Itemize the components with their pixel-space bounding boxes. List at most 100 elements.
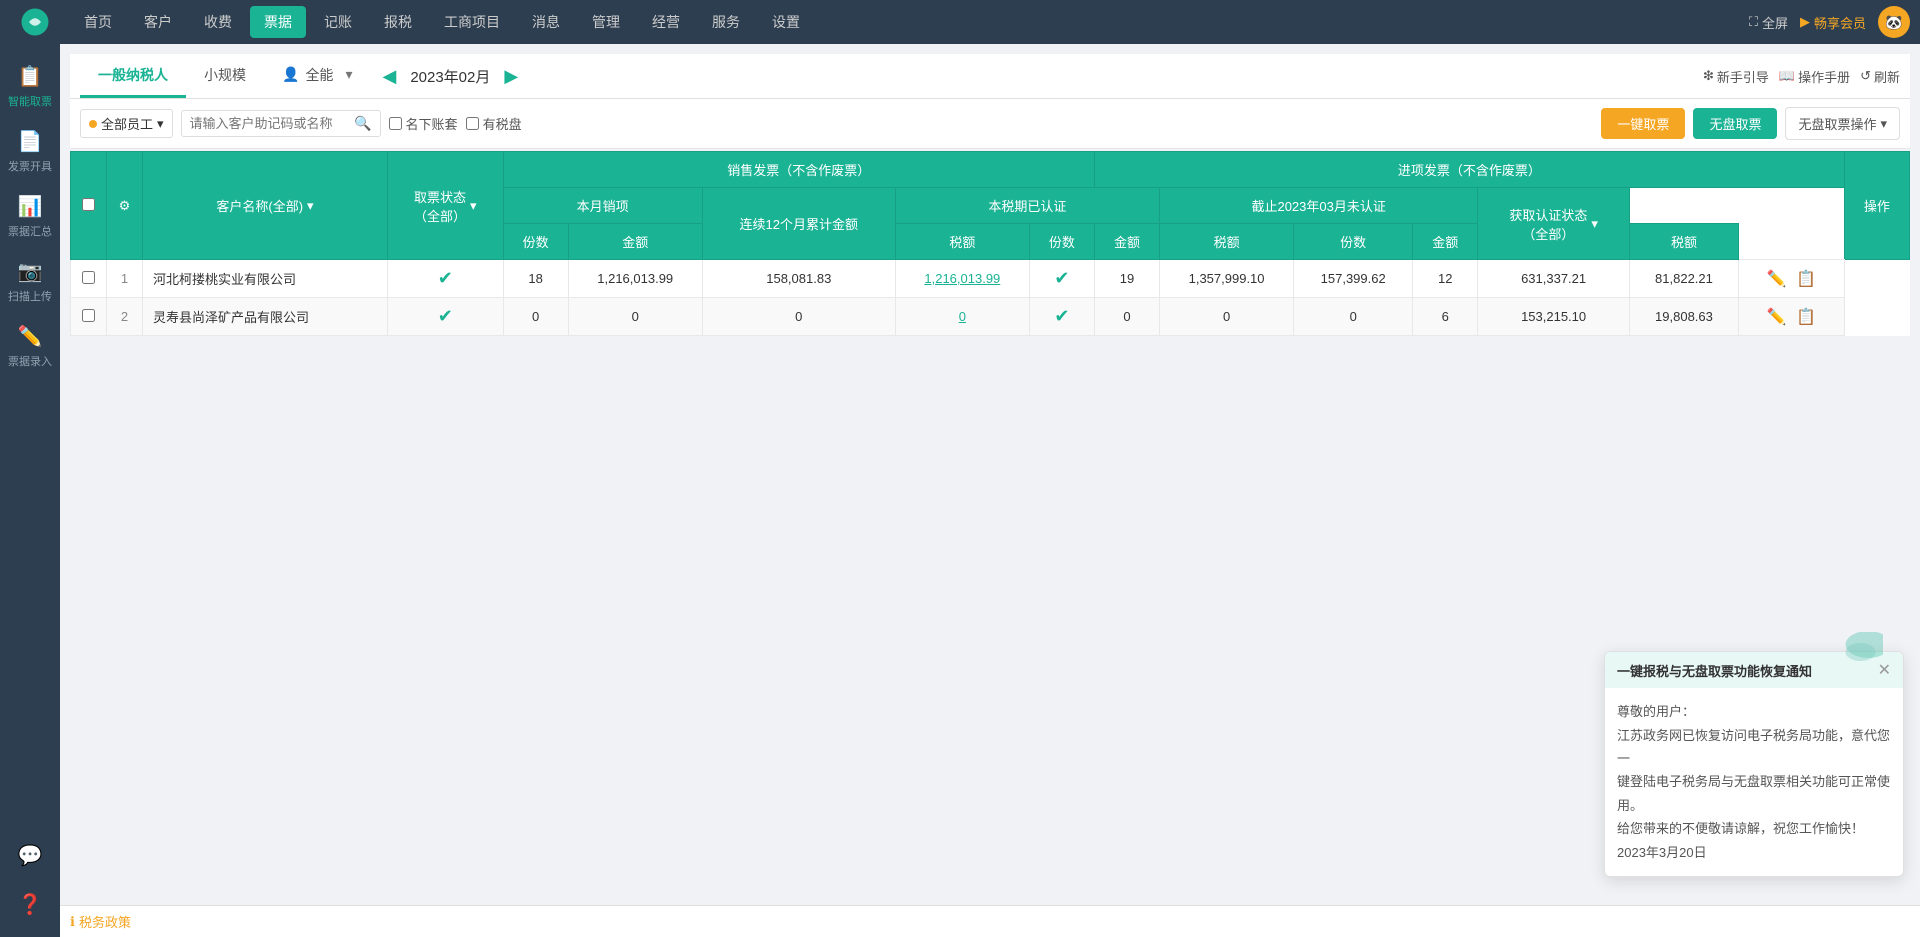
th-settings: ⚙ [107,152,143,260]
row2-uncert-count: 6 [1413,298,1478,336]
no-disk-ticket-button[interactable]: 无盘取票 [1693,108,1777,139]
refresh-icon: ↺ [1860,68,1871,84]
nav-customer[interactable]: 客户 [130,6,186,38]
refresh-link[interactable]: ↺ 刷新 [1860,67,1900,86]
row1-cumulative-link[interactable]: 1,216,013.99 [924,271,1000,286]
notification-line1: 江苏政务网已恢复访问电子税务局功能，意代您一 [1617,724,1891,771]
nav-business[interactable]: 工商项目 [430,6,514,38]
th-input-count: 份数 [1029,224,1094,260]
nav-message[interactable]: 消息 [518,6,574,38]
nav-service[interactable]: 服务 [698,6,754,38]
row2-sales-amount: 0 [568,298,702,336]
nav-ticket[interactable]: 票据 [250,6,306,38]
cert-status-label: 获取认证状态（全部） [1509,205,1587,243]
row2-check-input[interactable] [82,309,95,322]
row2-input-amount: 0 [1160,298,1294,336]
no-disk-ops-button[interactable]: 无盘取票操作 ▾ [1785,107,1900,140]
search-input[interactable] [190,116,355,131]
nav-items: 首页 客户 收费 票据 记账 报税 工商项目 消息 管理 经营 服务 设置 [70,6,1749,38]
tab-small-scale[interactable]: 小规模 [186,55,264,98]
row2-cumulative-link[interactable]: 0 [959,309,966,324]
tax-policy-link[interactable]: ℹ 税务政策 [70,912,131,931]
checkbox-my-accounts-input[interactable] [389,117,402,130]
person-icon: 👤 [282,66,299,83]
row2-cert-status-icon: ✔ [1054,306,1069,326]
table-row: 1 河北柯搂桃实业有限公司 ✔ 18 1,216,013.99 158,081.… [71,260,1910,298]
customer-name-label: 客户名称(全部) [216,196,303,215]
checkbox-tax-disk-input[interactable] [466,117,479,130]
top-nav: 首页 客户 收费 票据 记账 报税 工商项目 消息 管理 经营 服务 设置 ⛶ … [0,0,1920,44]
sidebar-item-ticket-entry[interactable]: ✏️ 票据录入 [0,314,60,379]
row1-num: 1 [107,260,143,298]
row1-input-count: 19 [1094,260,1159,298]
search-button[interactable]: 🔍 [354,115,371,132]
row1-check-input[interactable] [82,271,95,284]
ticket-status-filter-icon[interactable]: ▾ [470,198,477,214]
nav-bookkeeping[interactable]: 记账 [310,6,366,38]
nav-settings[interactable]: 设置 [758,6,814,38]
tab-general-taxpayer[interactable]: 一般纳税人 [80,55,186,98]
action-links: ❇ 新手引导 📖 操作手册 ↺ 刷新 [1703,67,1900,86]
ticket-status-label: 取票状态（全部） [414,187,466,225]
th-input-group: 进项发票（不含作废票） [1094,152,1844,188]
ticket-summary-icon: 📊 [18,194,43,219]
row1-input-tax: 157,399.62 [1294,260,1413,298]
table-row: 2 灵寿县尚泽矿产品有限公司 ✔ 0 0 0 0 ✔ 0 0 0 6 153,2… [71,298,1910,336]
row1-view-icon[interactable]: 📋 [1796,271,1816,288]
fullscreen-button[interactable]: ⛶ 全屏 [1749,13,1788,32]
nav-home[interactable]: 首页 [70,6,126,38]
notification-line3: 用。 [1617,794,1891,817]
row1-sales-tax: 158,081.83 [702,260,895,298]
sidebar: 📋 智能取票 📄 发票开具 📊 票据汇总 📷 扫描上传 ✏️ 票据录入 💬 ❓ [0,44,60,937]
sidebar-item-smart-ticket[interactable]: 📋 智能取票 [0,54,60,119]
tab-all[interactable]: 👤 全能 ▾ [264,54,376,98]
nav-operation[interactable]: 经营 [638,6,694,38]
notification-close-button[interactable]: ✕ [1878,660,1891,680]
sidebar-item-scan-upload[interactable]: 📷 扫描上传 [0,249,60,314]
row2-edit-icon[interactable]: ✏️ [1767,309,1787,326]
member-button[interactable]: ▶ 畅享会员 [1800,13,1866,32]
nav-right: ⛶ 全屏 ▶ 畅享会员 🐼 [1749,6,1910,38]
one-key-ticket-button[interactable]: 一键取票 [1601,108,1685,139]
cert-status-filter-icon[interactable]: ▾ [1591,216,1598,232]
customer-filter-icon[interactable]: ▾ [307,198,314,214]
row2-cumulative: 0 [895,298,1029,336]
row2-actions: ✏️ 📋 [1739,298,1845,336]
sidebar-item-invoice-open[interactable]: 📄 发票开具 [0,119,60,184]
sidebar-item-label: 智能取票 [8,93,52,109]
help-icon: ❓ [18,892,43,917]
row2-status: ✔ [387,298,503,336]
staff-select[interactable]: 全部员工 ▾ [80,109,173,138]
row2-uncert-amount: 153,215.10 [1478,298,1630,336]
nav-manage[interactable]: 管理 [578,6,634,38]
refresh-label: 刷新 [1874,67,1900,86]
row2-num: 2 [107,298,143,336]
row1-edit-icon[interactable]: ✏️ [1767,271,1787,288]
nav-fee[interactable]: 收费 [190,6,246,38]
fullscreen-icon: ⛶ [1749,14,1758,30]
sidebar-item-help[interactable]: ❓ [12,882,49,927]
select-all-checkbox[interactable] [82,198,95,211]
settings-icon[interactable]: ⚙ [119,198,131,213]
tab-dropdown-icon[interactable]: ▾ [339,64,358,85]
checkbox-my-accounts[interactable]: 名下账套 [389,114,458,133]
nav-tax[interactable]: 报税 [370,6,426,38]
no-disk-ops-dropdown-icon: ▾ [1880,116,1887,132]
notification-date: 2023年3月20日 [1617,841,1891,864]
sidebar-item-chat[interactable]: 💬 [12,833,49,878]
manual-icon: 📖 [1779,68,1795,84]
avatar[interactable]: 🐼 [1878,6,1910,38]
row2-view-icon[interactable]: 📋 [1796,309,1816,326]
row2-input-tax: 0 [1294,298,1413,336]
manual-link[interactable]: 📖 操作手册 [1779,67,1850,86]
th-actions: 操作 [1844,152,1909,260]
th-cert-status: 获取认证状态（全部） ▾ [1478,188,1630,260]
row2-input-count: 0 [1094,298,1159,336]
fullscreen-label: 全屏 [1762,13,1788,32]
new-guide-link[interactable]: ❇ 新手引导 [1703,67,1769,86]
period-prev-button[interactable]: ◀ [376,64,402,89]
th-sales-tax: 税额 [895,224,1029,260]
checkbox-tax-disk[interactable]: 有税盘 [466,114,522,133]
period-next-button[interactable]: ▶ [498,64,524,89]
sidebar-item-ticket-summary[interactable]: 📊 票据汇总 [0,184,60,249]
